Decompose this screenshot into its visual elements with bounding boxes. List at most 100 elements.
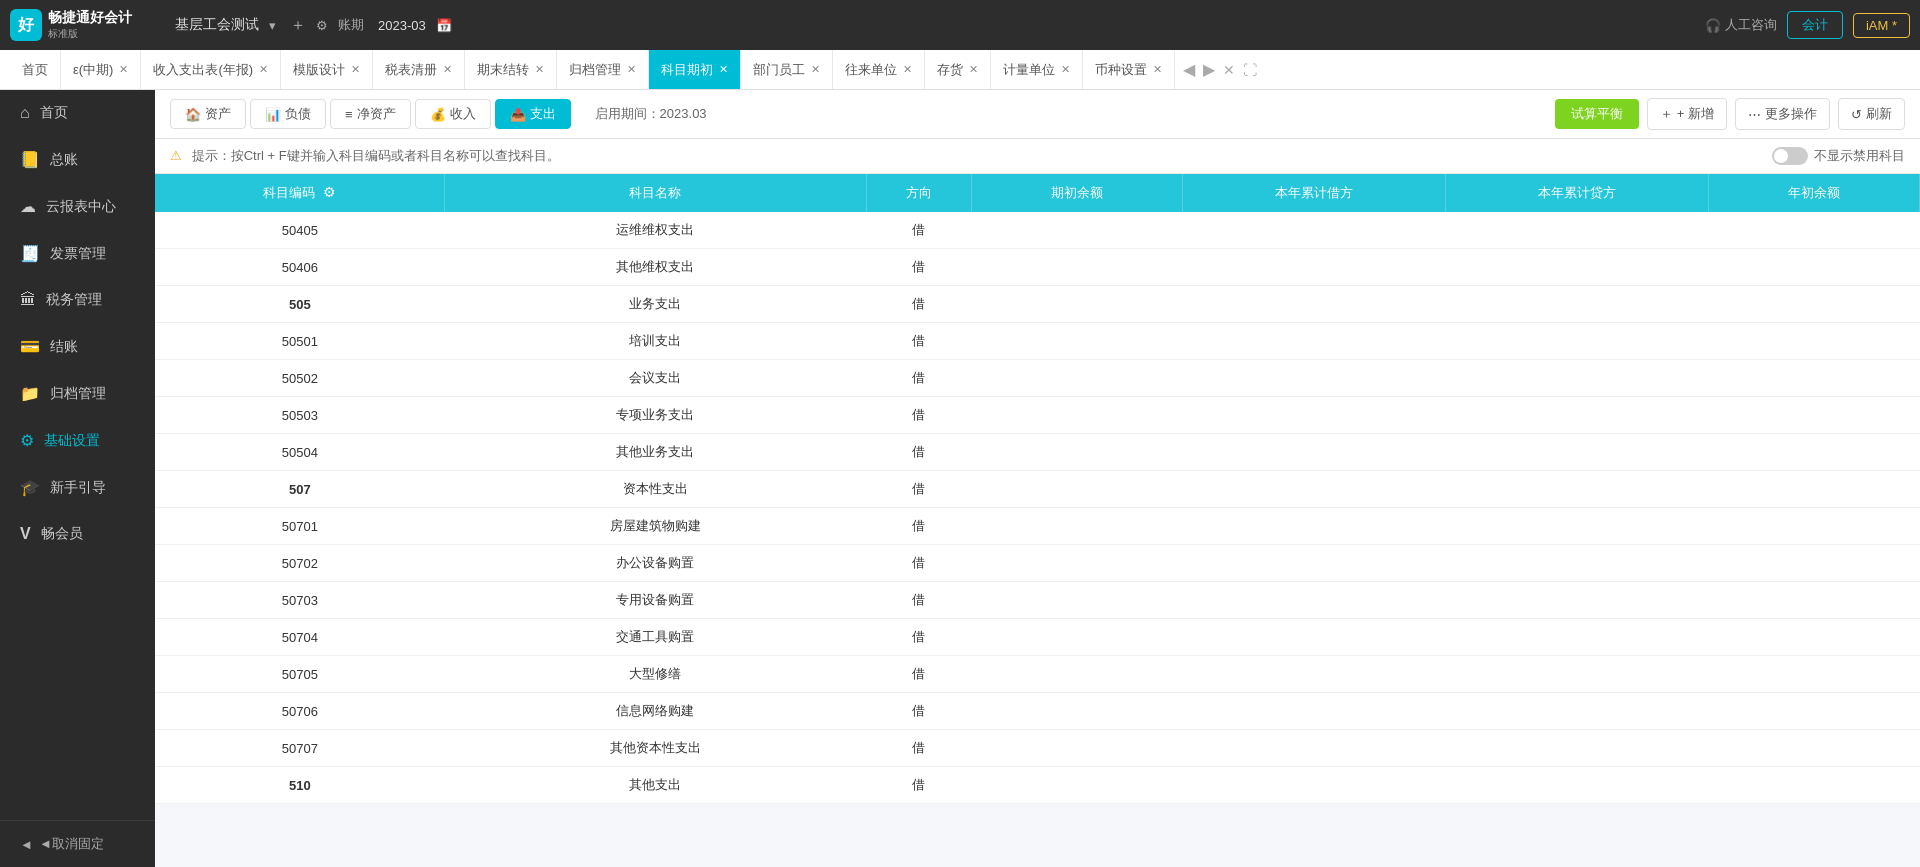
table-row[interactable]: 50704 交通工具购置 借: [155, 619, 1920, 656]
tab-archive[interactable]: 归档管理 ✕: [557, 50, 649, 90]
cell-name: 其他维权支出: [445, 249, 866, 286]
sidebar-item-archive[interactable]: 📁 归档管理: [0, 370, 155, 417]
table-row[interactable]: 50701 房屋建筑物购建 借: [155, 508, 1920, 545]
hide-disabled-toggle[interactable]: 不显示禁用科目: [1772, 147, 1905, 165]
close-icon[interactable]: ✕: [719, 63, 728, 76]
table-row[interactable]: 50406 其他维权支出 借: [155, 249, 1920, 286]
tab-close-all[interactable]: ✕: [1219, 62, 1239, 78]
cell-ytd-credit: [1445, 693, 1708, 730]
sidebar-item-guide[interactable]: 🎓 新手引导: [0, 464, 155, 511]
col-settings-icon[interactable]: ⚙: [323, 184, 336, 200]
close-icon[interactable]: ✕: [443, 63, 452, 76]
table-row[interactable]: 510 其他支出 借: [155, 767, 1920, 804]
close-icon[interactable]: ✕: [627, 63, 636, 76]
cell-ytd-debit: [1182, 545, 1445, 582]
cell-ytd-credit: [1445, 767, 1708, 804]
sidebar-item-member[interactable]: V 畅会员: [0, 511, 155, 557]
table-row[interactable]: 50501 培训支出 借: [155, 323, 1920, 360]
subtab-income[interactable]: 💰 收入: [415, 99, 491, 129]
close-icon[interactable]: ✕: [1061, 63, 1070, 76]
cell-period-balance: [971, 286, 1182, 323]
cell-direction: 借: [866, 323, 971, 360]
close-icon[interactable]: ✕: [903, 63, 912, 76]
subtab-label: 支出: [530, 105, 556, 123]
customer-service-btn[interactable]: 🎧 人工咨询: [1705, 16, 1777, 34]
cell-name: 专项业务支出: [445, 397, 866, 434]
table-row[interactable]: 50705 大型修缮 借: [155, 656, 1920, 693]
guide-icon: 🎓: [20, 478, 40, 497]
subtab-asset[interactable]: 🏠 资产: [170, 99, 246, 129]
table-row[interactable]: 50707 其他资本性支出 借: [155, 730, 1920, 767]
sidebar-item-checkout[interactable]: 💳 结账: [0, 323, 155, 370]
calc-balance-button[interactable]: 试算平衡: [1555, 99, 1639, 129]
toggle-switch[interactable]: [1772, 147, 1808, 165]
table-row[interactable]: 505 业务支出 借: [155, 286, 1920, 323]
sidebar-item-settings[interactable]: ⚙ 基础设置: [0, 417, 155, 464]
cell-code: 50501: [155, 323, 445, 360]
cell-ytd-credit: [1445, 397, 1708, 434]
settings-icon[interactable]: ⚙: [316, 18, 328, 33]
close-icon[interactable]: ✕: [351, 63, 360, 76]
tab-dept[interactable]: 部门员工 ✕: [741, 50, 833, 90]
ledger-icon: 📒: [20, 150, 40, 169]
table-row[interactable]: 50702 办公设备购置 借: [155, 545, 1920, 582]
close-icon[interactable]: ✕: [969, 63, 978, 76]
table-wrapper: 科目编码 ⚙ 科目名称 方向 期初余额 本年累计借方 本年累计贷方 年初余额 5…: [155, 174, 1920, 867]
table-row[interactable]: 507 资本性支出 借: [155, 471, 1920, 508]
invoice-icon: 🧾: [20, 244, 40, 263]
tab-mid[interactable]: ε(中期) ✕: [61, 50, 141, 90]
col-direction: 方向: [866, 174, 971, 212]
subtab-expenditure[interactable]: 📤 支出: [495, 99, 571, 129]
calendar-icon[interactable]: 📅: [436, 18, 452, 33]
sidebar-item-reports[interactable]: ☁ 云报表中心: [0, 183, 155, 230]
iam-button[interactable]: iAM *: [1853, 13, 1910, 38]
cell-ytd-debit: [1182, 730, 1445, 767]
tab-subject-init[interactable]: 科目期初 ✕: [649, 50, 741, 90]
sidebar-item-home[interactable]: ⌂ 首页: [0, 90, 155, 136]
add-icon: ＋: [1660, 105, 1673, 123]
tab-inventory[interactable]: 存货 ✕: [925, 50, 991, 90]
dropdown-icon[interactable]: ▾: [269, 18, 276, 33]
tab-label: 首页: [22, 61, 48, 79]
tab-nav-right[interactable]: ▶: [1199, 60, 1219, 79]
table-row[interactable]: 50504 其他业务支出 借: [155, 434, 1920, 471]
tip-bar: ⚠ 提示：按Ctrl + F键并输入科目编码或者科目名称可以查找科目。 不显示禁…: [155, 139, 1920, 174]
table-row[interactable]: 50503 专项业务支出 借: [155, 397, 1920, 434]
tab-unit[interactable]: 计量单位 ✕: [991, 50, 1083, 90]
tab-currency[interactable]: 币种设置 ✕: [1083, 50, 1175, 90]
tab-template[interactable]: 模版设计 ✕: [281, 50, 373, 90]
table-row[interactable]: 50502 会议支出 借: [155, 360, 1920, 397]
tab-nav-left[interactable]: ◀: [1179, 60, 1199, 79]
tab-taxform[interactable]: 税表清册 ✕: [373, 50, 465, 90]
sidebar-item-tax[interactable]: 🏛 税务管理: [0, 277, 155, 323]
add-tab-icon[interactable]: ＋: [290, 15, 306, 36]
more-button[interactable]: ⋯ 更多操作: [1735, 98, 1830, 130]
cell-direction: 借: [866, 434, 971, 471]
account-button[interactable]: 会计: [1787, 11, 1843, 39]
table-row[interactable]: 50706 信息网络购建 借: [155, 693, 1920, 730]
sidebar-item-invoice[interactable]: 🧾 发票管理: [0, 230, 155, 277]
sidebar-item-ledger[interactable]: 📒 总账: [0, 136, 155, 183]
close-icon[interactable]: ✕: [1153, 63, 1162, 76]
sidebar-footer[interactable]: ◄ ◄取消固定: [0, 820, 155, 867]
sidebar-label: 结账: [50, 338, 78, 356]
cell-year-balance: [1709, 434, 1920, 471]
tab-home[interactable]: 首页: [10, 50, 61, 90]
close-icon[interactable]: ✕: [119, 63, 128, 76]
refresh-button[interactable]: ↺ 刷新: [1838, 98, 1905, 130]
tab-annual[interactable]: 收入支出表(年报) ✕: [141, 50, 281, 90]
close-icon[interactable]: ✕: [811, 63, 820, 76]
cell-ytd-credit: [1445, 582, 1708, 619]
subtab-liability[interactable]: 📊 负债: [250, 99, 326, 129]
subtab-net-assets[interactable]: ≡ 净资产: [330, 99, 411, 129]
add-button[interactable]: ＋ + 新增: [1647, 98, 1727, 130]
table-row[interactable]: 50405 运维维权支出 借: [155, 212, 1920, 249]
tab-period-end[interactable]: 期末结转 ✕: [465, 50, 557, 90]
cell-code: 50503: [155, 397, 445, 434]
tab-contacts[interactable]: 往来单位 ✕: [833, 50, 925, 90]
close-icon[interactable]: ✕: [535, 63, 544, 76]
table-row[interactable]: 50703 专用设备购置 借: [155, 582, 1920, 619]
close-icon[interactable]: ✕: [259, 63, 268, 76]
cell-ytd-credit: [1445, 545, 1708, 582]
tab-expand[interactable]: ⛶: [1239, 62, 1261, 78]
